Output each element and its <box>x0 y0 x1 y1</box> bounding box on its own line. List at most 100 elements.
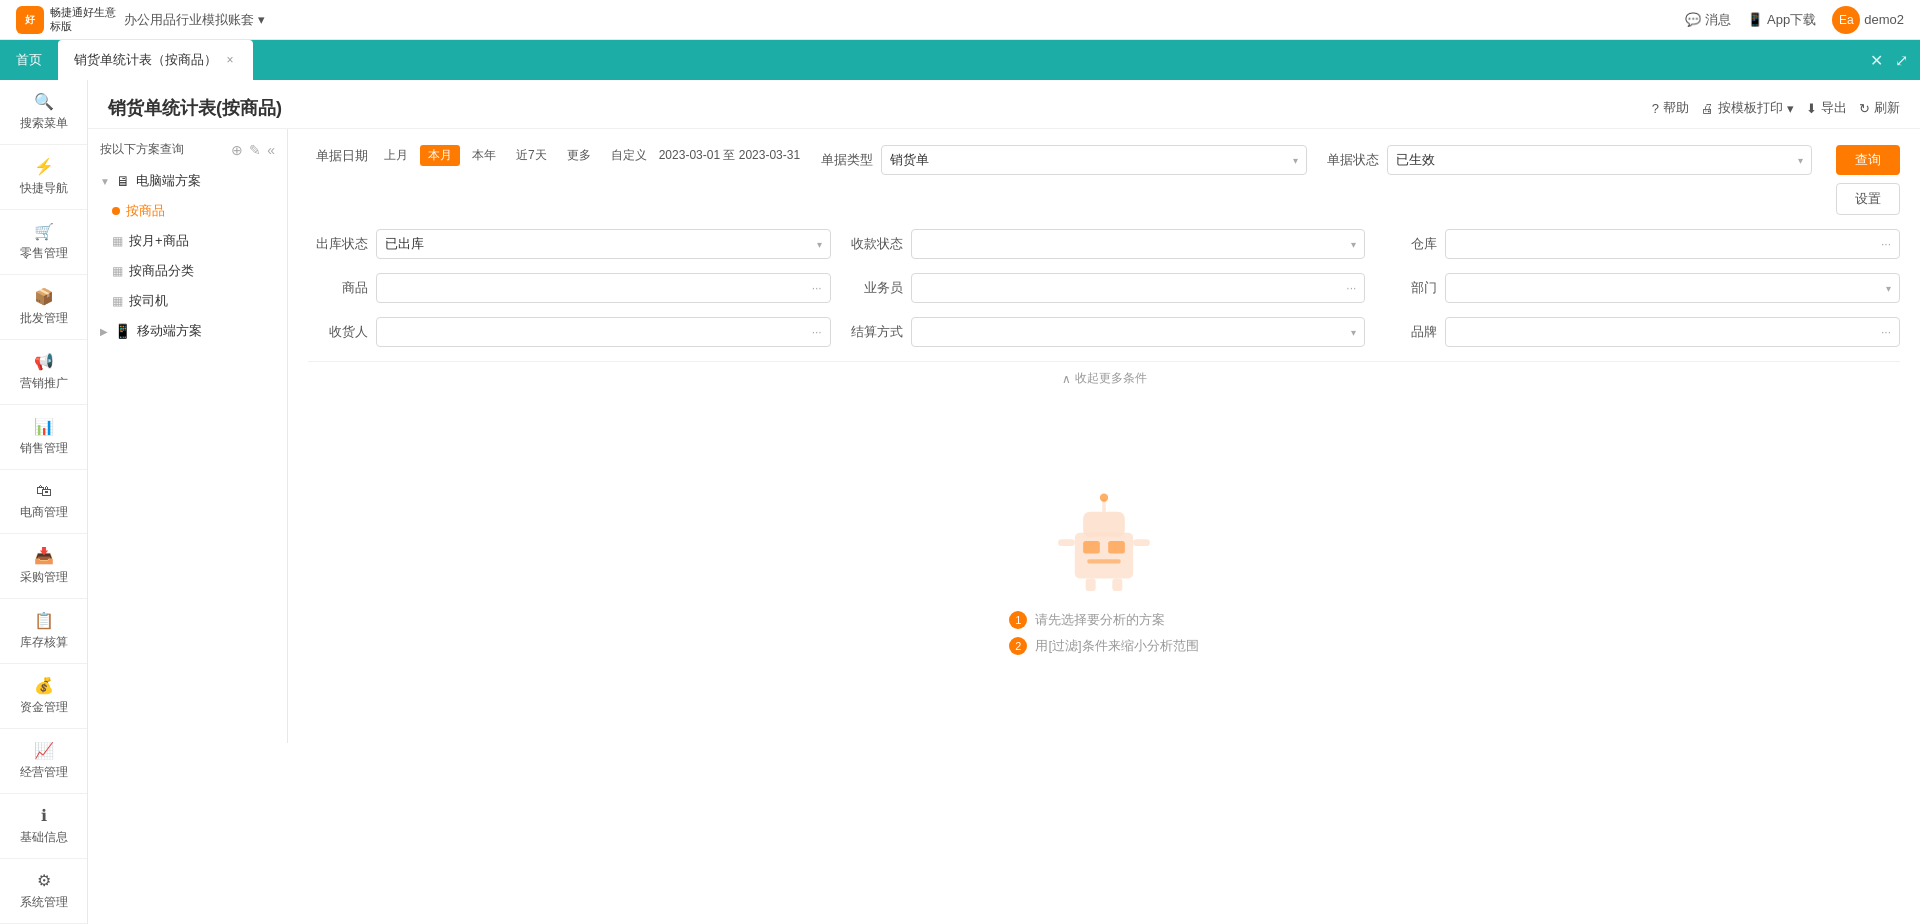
date-tag-this-month[interactable]: 本月 <box>420 145 460 166</box>
date-tag-custom[interactable]: 自定义 <box>603 145 655 166</box>
payment-method-arrow-icon: ▾ <box>1351 327 1356 338</box>
fullscreen-button[interactable]: ⤢ <box>1891 47 1912 74</box>
warehouse-dots-icon[interactable]: ··· <box>1881 237 1891 251</box>
sidebar-item-quick-nav[interactable]: ⚡ 快捷导航 <box>0 145 87 210</box>
receiver-input[interactable]: ··· <box>376 317 831 347</box>
add-scheme-icon[interactable]: ⊕ <box>231 142 243 158</box>
app-download-button[interactable]: 📱 App下载 <box>1747 11 1816 29</box>
sidebar: 🔍 搜索菜单 ⚡ 快捷导航 🛒 零售管理 📦 批发管理 📢 营销推广 📊 销售管… <box>0 80 88 924</box>
salesperson-input[interactable]: ··· <box>911 273 1366 303</box>
edit-scheme-icon[interactable]: ✎ <box>249 142 261 158</box>
doc-type-filter: 单据类型 销货单 ▾ <box>813 145 1306 175</box>
doc-type-input[interactable]: 销货单 ▾ <box>881 145 1306 175</box>
mobile-icon: 📱 <box>114 323 131 339</box>
page-actions: ? 帮助 🖨 按模板打印 ▾ ⬇ 导出 ↻ 刷新 <box>1652 99 1900 117</box>
close-tab-button[interactable]: ✕ <box>1866 47 1887 74</box>
salesperson-dots-icon[interactable]: ··· <box>1346 281 1356 295</box>
sidebar-item-wholesale[interactable]: 📦 批发管理 <box>0 275 87 340</box>
department-arrow-icon: ▾ <box>1886 283 1891 294</box>
sidebar-item-basic-info[interactable]: ℹ 基础信息 <box>0 794 87 859</box>
receiver-dots-icon[interactable]: ··· <box>812 325 822 339</box>
svg-rect-1 <box>1083 541 1100 554</box>
brand-dots-icon[interactable]: ··· <box>1881 325 1891 339</box>
filter-row-4: 收货人 ··· 结算方式 ▾ <box>308 317 1900 347</box>
brand-input[interactable]: ··· <box>1445 317 1900 347</box>
page-title: 销货单统计表(按商品) <box>108 96 282 120</box>
sidebar-item-retail[interactable]: 🛒 零售管理 <box>0 210 87 275</box>
sidebar-item-marketing[interactable]: 📢 营销推广 <box>0 340 87 405</box>
left-panel: 按以下方案查询 ⊕ ✎ « ▼ 🖥 电脑端方案 <box>88 129 288 743</box>
export-icon: ⬇ <box>1806 101 1817 116</box>
svg-rect-5 <box>1133 539 1150 546</box>
content-wrapper: 按以下方案查询 ⊕ ✎ « ▼ 🖥 电脑端方案 <box>88 129 1920 743</box>
app-selector[interactable]: 办公用品行业模拟账套 ▾ <box>124 11 265 29</box>
help-button[interactable]: ? 帮助 <box>1652 99 1689 117</box>
settings-button[interactable]: 设置 <box>1836 183 1900 215</box>
sidebar-item-system[interactable]: ⚙ 系统管理 <box>0 859 87 924</box>
collapse-panel-icon[interactable]: « <box>267 142 275 158</box>
warehouse-status-input[interactable]: 已出库 ▾ <box>376 229 831 259</box>
expand-icon: ▼ <box>100 176 110 187</box>
warehouse-input[interactable]: ··· <box>1445 229 1900 259</box>
date-tags-row: 上月 本月 本年 近7天 更多 自定义 2023-03-01 至 2023-03… <box>376 145 801 166</box>
empty-step-2: 2 用[过滤]条件来缩小分析范围 <box>1009 637 1198 655</box>
tree-node-by-month-product[interactable]: ▦ 按月+商品 <box>88 226 287 256</box>
sidebar-item-ecommerce[interactable]: 🛍 电商管理 <box>0 470 87 534</box>
salesperson-filter: 业务员 ··· <box>843 273 1366 303</box>
retail-icon: 🛒 <box>34 222 54 241</box>
sidebar-item-purchase[interactable]: 📥 采购管理 <box>0 534 87 599</box>
date-tag-7days[interactable]: 近7天 <box>508 145 555 166</box>
sidebar-item-inventory[interactable]: 📋 库存核算 <box>0 599 87 664</box>
warehouse-status-filter: 出库状态 已出库 ▾ <box>308 229 831 259</box>
filter-row-1: 单据日期 上月 本月 本年 近7天 更多 自定义 <box>308 145 1900 215</box>
doc-status-input[interactable]: 已生效 ▾ <box>1387 145 1812 175</box>
sidebar-item-operations[interactable]: 📈 经营管理 <box>0 729 87 794</box>
desktop-icon: 🖥 <box>116 173 130 189</box>
department-input[interactable]: ▾ <box>1445 273 1900 303</box>
page-container: 销货单统计表(按商品) ? 帮助 🖨 按模板打印 ▾ ⬇ 导出 <box>88 80 1920 924</box>
purchase-icon: 📥 <box>34 546 54 565</box>
export-button[interactable]: ⬇ 导出 <box>1806 99 1847 117</box>
tree-desktop-section[interactable]: ▼ 🖥 电脑端方案 <box>88 166 287 196</box>
query-button[interactable]: 查询 <box>1836 145 1900 175</box>
tab-sales-report[interactable]: 销货单统计表（按商品） × <box>58 40 253 80</box>
tree-node-by-product-category[interactable]: ▦ 按商品分类 <box>88 256 287 286</box>
svg-rect-3 <box>1087 559 1120 563</box>
tree-node-by-product[interactable]: 按商品 <box>88 196 287 226</box>
message-button[interactable]: 💬 消息 <box>1685 11 1731 29</box>
payment-method-input[interactable]: ▾ <box>911 317 1366 347</box>
payment-status-input[interactable]: ▾ <box>911 229 1366 259</box>
payment-method-filter: 结算方式 ▾ <box>843 317 1366 347</box>
tabbar-actions: ✕ ⤢ <box>1866 47 1920 74</box>
sidebar-item-finance[interactable]: 💰 资金管理 <box>0 664 87 729</box>
tab-close-icon[interactable]: × <box>223 53 237 67</box>
warehouse-filter: 仓库 ··· <box>1377 229 1900 259</box>
tree-mobile-section[interactable]: ▶ 📱 移动端方案 <box>88 316 287 346</box>
sidebar-item-sales-mgmt[interactable]: 📊 销售管理 <box>0 405 87 470</box>
tab-home[interactable]: 首页 <box>0 40 58 80</box>
date-tag-more[interactable]: 更多 <box>559 145 599 166</box>
active-indicator <box>112 207 120 215</box>
quick-nav-icon: ⚡ <box>34 157 54 176</box>
topbar-left: 好 畅捷通好生意 标版 办公用品行业模拟账套 ▾ <box>16 6 265 34</box>
date-tag-last-month[interactable]: 上月 <box>376 145 416 166</box>
print-dropdown-icon: ▾ <box>1787 101 1794 116</box>
refresh-button[interactable]: ↻ 刷新 <box>1859 99 1900 117</box>
user-menu[interactable]: Ea demo2 <box>1832 6 1904 34</box>
product-dots-icon[interactable]: ··· <box>812 281 822 295</box>
doc-status-arrow-icon: ▾ <box>1798 155 1803 166</box>
left-panel-header: 按以下方案查询 ⊕ ✎ « <box>88 141 287 166</box>
sidebar-item-search[interactable]: 🔍 搜索菜单 <box>0 80 87 145</box>
date-filter-group: 单据日期 上月 本月 本年 近7天 更多 自定义 <box>308 145 801 166</box>
operations-icon: 📈 <box>34 741 54 760</box>
tree-node-by-cashier[interactable]: ▦ 按司机 <box>88 286 287 316</box>
collapse-button[interactable]: ∧ 收起更多条件 <box>1062 370 1147 387</box>
filter-row-2: 出库状态 已出库 ▾ 收款状态 ▾ <box>308 229 1900 259</box>
search-icon: 🔍 <box>34 92 54 111</box>
empty-steps: 1 请先选择要分析的方案 2 用[过滤]条件来缩小分析范围 <box>1009 611 1198 663</box>
basic-info-icon: ℹ <box>41 806 47 825</box>
print-template-button[interactable]: 🖨 按模板打印 ▾ <box>1701 99 1794 117</box>
product-input[interactable]: ··· <box>376 273 831 303</box>
date-tag-this-year[interactable]: 本年 <box>464 145 504 166</box>
category-icon: ▦ <box>112 264 123 278</box>
